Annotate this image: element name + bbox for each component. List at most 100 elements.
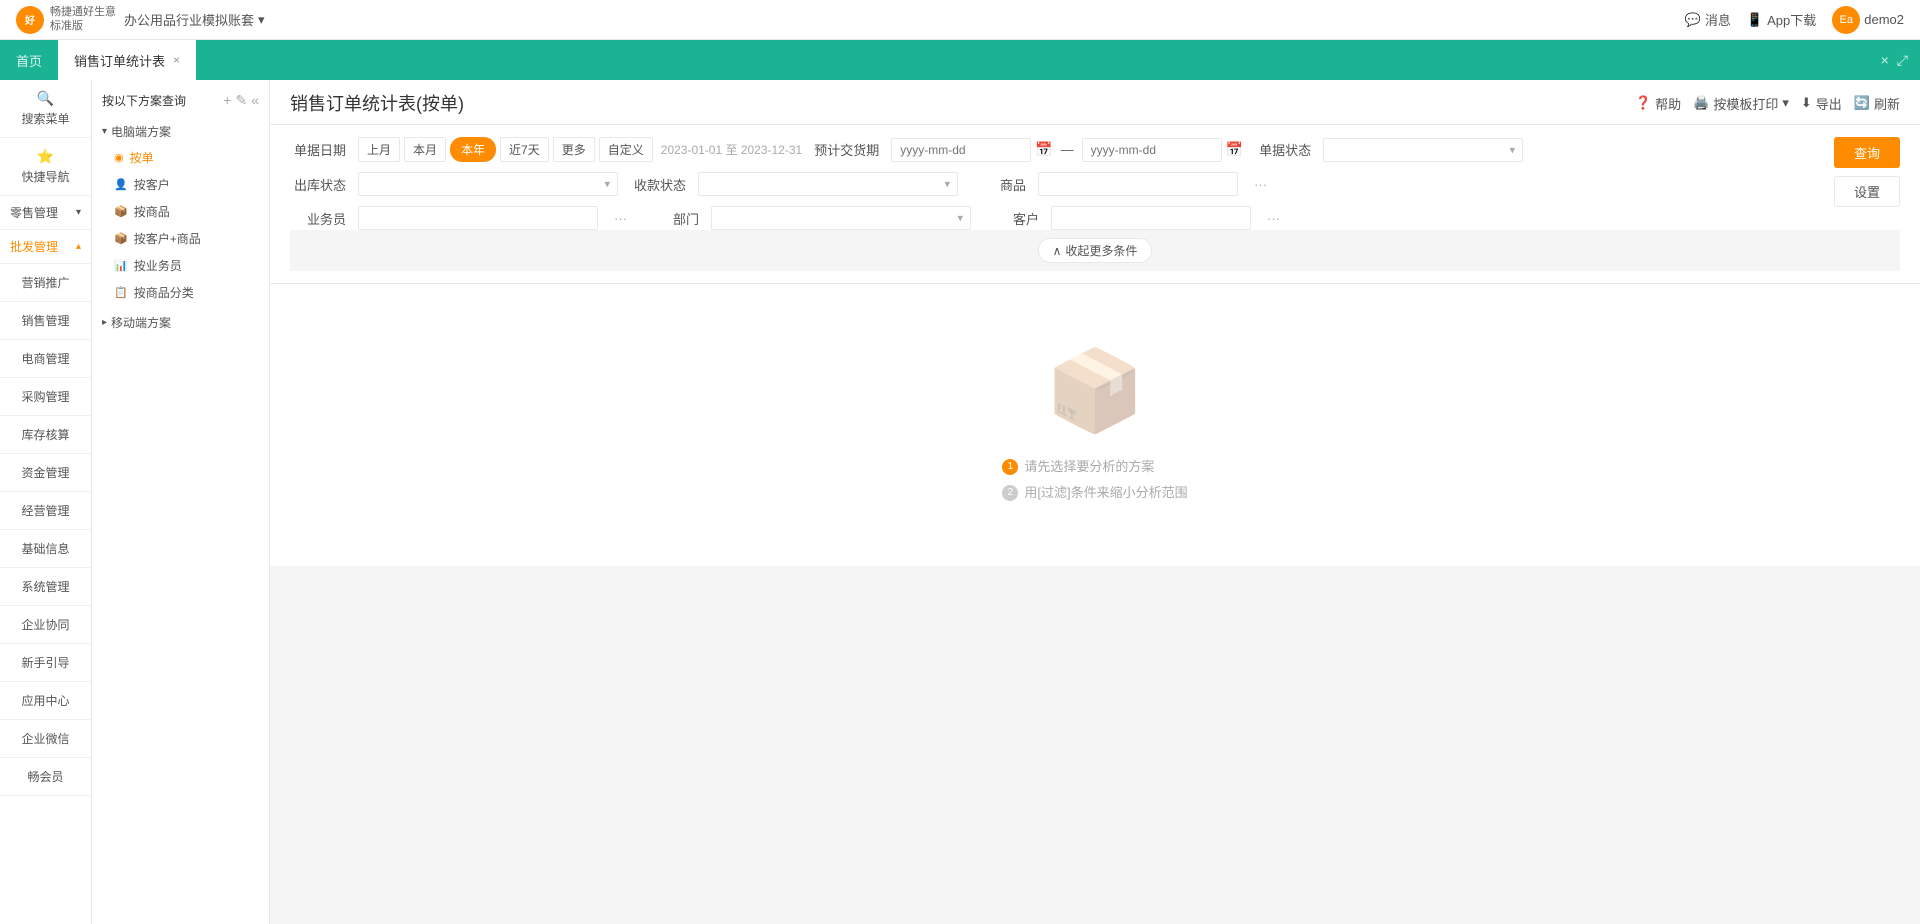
- sidebar-item-inventory[interactable]: 库存核算: [0, 416, 91, 454]
- scheme-group-desktop-header[interactable]: ▾ 电脑端方案: [92, 119, 269, 144]
- dept-label: 部门: [643, 209, 699, 228]
- app-selector[interactable]: 办公用品行业模拟账套 ▾: [124, 10, 265, 29]
- hint-item-1: 1 请先选择要分析的方案: [1002, 454, 1187, 480]
- expected-date-inputs: 📅 — 📅: [891, 138, 1243, 162]
- chevron-down-icon: ▾: [102, 126, 107, 137]
- scheme-group-mobile-header[interactable]: ▸ 移动端方案: [92, 310, 269, 335]
- edit-scheme-button[interactable]: ✎: [235, 92, 247, 109]
- scheme-item-by-customer-goods[interactable]: 📦 按客户+商品: [92, 225, 269, 252]
- customer-input[interactable]: [1051, 206, 1251, 230]
- scheme-panel: 按以下方案查询 + ✎ « ▾ 电脑端方案 ◉ 按单 👤 按客户: [92, 80, 270, 924]
- sidebar: 🔍 搜索菜单 ⭐ 快捷导航 零售管理 ▾ 批发管理 ▴ 营销推广 销售管理 电商…: [0, 80, 92, 924]
- message-button[interactable]: 💬 消息: [1685, 10, 1731, 29]
- salesperson-more-icon[interactable]: ···: [610, 211, 631, 226]
- scheme-item-by-customer[interactable]: 👤 按客户: [92, 171, 269, 198]
- dept-select-wrap: [711, 206, 971, 230]
- main-layout: 🔍 搜索菜单 ⭐ 快捷导航 零售管理 ▾ 批发管理 ▴ 营销推广 销售管理 电商…: [0, 80, 1920, 924]
- sidebar-item-enterprise-collab[interactable]: 企业协同: [0, 606, 91, 644]
- scheme-panel-header: 按以下方案查询 + ✎ «: [92, 88, 269, 117]
- ship-status-select-wrap: [358, 172, 618, 196]
- goods-input[interactable]: [1038, 172, 1238, 196]
- status-label: 单据状态: [1255, 140, 1311, 159]
- sidebar-item-retail[interactable]: 零售管理 ▾: [0, 196, 91, 230]
- sidebar-item-newbie[interactable]: 新手引导: [0, 644, 91, 682]
- collapse-scheme-button[interactable]: «: [251, 92, 259, 109]
- hint-num-2: 2: [1002, 485, 1018, 501]
- maximize-icon[interactable]: ⤢: [1897, 52, 1908, 69]
- export-button[interactable]: ⬇ 导出: [1801, 94, 1842, 113]
- sidebar-item-finance[interactable]: 资金管理: [0, 454, 91, 492]
- sidebar-item-ecommerce[interactable]: 电商管理: [0, 340, 91, 378]
- tab-sales-order-stats[interactable]: 销售订单统计表 ×: [58, 40, 196, 80]
- sidebar-item-sales[interactable]: 销售管理: [0, 302, 91, 340]
- filter-row-3: 业务员 ··· 部门 客户 ···: [290, 206, 1814, 230]
- query-button[interactable]: 查询: [1834, 137, 1900, 168]
- status-select[interactable]: [1323, 138, 1523, 162]
- sidebar-item-member[interactable]: 畅会员: [0, 758, 91, 796]
- export-icon: ⬇: [1801, 95, 1812, 111]
- tab-home[interactable]: 首页: [0, 40, 58, 80]
- payment-status-select[interactable]: [698, 172, 958, 196]
- dept-select[interactable]: [711, 206, 971, 230]
- sidebar-item-basic-info[interactable]: 基础信息: [0, 530, 91, 568]
- empty-state: 📦 1 请先选择要分析的方案 2 用[过滤]条件来缩小分析范围: [270, 284, 1920, 566]
- goods-icon: 📦: [114, 205, 128, 218]
- close-tab-icon[interactable]: ×: [173, 53, 180, 67]
- scheme-item-by-order[interactable]: ◉ 按单: [92, 144, 269, 171]
- scheme-item-by-goods[interactable]: 📦 按商品: [92, 198, 269, 225]
- salesperson-label: 业务员: [290, 209, 346, 228]
- this-year-btn[interactable]: 本年: [450, 137, 496, 162]
- nav-tabs: 首页 销售订单统计表 × × ⤢: [0, 40, 1920, 80]
- avatar: Ea: [1832, 6, 1860, 34]
- page-actions: ❓ 帮助 🖨️ 按模板打印 ▾ ⬇ 导出 🔄 刷新: [1635, 94, 1900, 113]
- logo-icon: 好: [16, 6, 44, 34]
- main-content: 销售订单统计表(按单) ❓ 帮助 🖨️ 按模板打印 ▾ ⬇ 导出: [270, 80, 1920, 924]
- scheme-actions: + ✎ «: [223, 92, 259, 109]
- sidebar-item-marketing[interactable]: 营销推广: [0, 264, 91, 302]
- chevron-up-icon: ▴: [76, 241, 81, 252]
- sidebar-item-wholesale[interactable]: 批发管理 ▴: [0, 230, 91, 264]
- page-title: 销售订单统计表(按单): [290, 90, 464, 116]
- refresh-button[interactable]: 🔄 刷新: [1854, 94, 1900, 113]
- custom-date-btn[interactable]: 自定义: [599, 137, 653, 162]
- status-select-wrap: [1323, 138, 1523, 162]
- tab-window-actions: × ⤢: [1881, 52, 1920, 69]
- calendar-start-icon[interactable]: 📅: [1035, 141, 1052, 158]
- hint-num-1: 1: [1002, 459, 1018, 475]
- top-bar-right: 💬 消息 📱 App下载 Ea demo2: [1685, 6, 1904, 34]
- empty-illustration: 📦: [1045, 344, 1145, 438]
- expected-date-start[interactable]: [891, 138, 1031, 162]
- help-icon: ❓: [1635, 95, 1651, 111]
- sidebar-item-operations[interactable]: 经营管理: [0, 492, 91, 530]
- sidebar-item-quicknav[interactable]: ⭐ 快捷导航: [0, 138, 91, 196]
- salesperson-input[interactable]: [358, 206, 598, 230]
- minimize-icon[interactable]: ×: [1881, 52, 1889, 68]
- expected-date-end[interactable]: [1082, 138, 1222, 162]
- payment-status-select-wrap: [698, 172, 958, 196]
- sidebar-item-search[interactable]: 🔍 搜索菜单: [0, 80, 91, 138]
- settings-button[interactable]: 设置: [1834, 176, 1900, 207]
- sidebar-item-system[interactable]: 系统管理: [0, 568, 91, 606]
- customer-more-icon[interactable]: ···: [1263, 211, 1284, 226]
- 7days-btn[interactable]: 近7天: [500, 137, 549, 162]
- goods-label: 商品: [970, 175, 1026, 194]
- user-menu[interactable]: Ea demo2: [1832, 6, 1904, 34]
- sidebar-item-purchase[interactable]: 采购管理: [0, 378, 91, 416]
- scheme-item-by-salesperson[interactable]: 📊 按业务员: [92, 252, 269, 279]
- sidebar-item-enterprise-wechat[interactable]: 企业微信: [0, 720, 91, 758]
- goods-customer-icon: 📦: [114, 232, 128, 245]
- prev-month-btn[interactable]: 上月: [358, 137, 400, 162]
- sidebar-item-app-center[interactable]: 应用中心: [0, 682, 91, 720]
- print-button[interactable]: 🖨️ 按模板打印 ▾: [1693, 94, 1789, 113]
- this-month-btn[interactable]: 本月: [404, 137, 446, 162]
- scheme-item-by-category[interactable]: 📋 按商品分类: [92, 279, 269, 306]
- ship-status-select[interactable]: [358, 172, 618, 196]
- goods-more-icon[interactable]: ···: [1250, 177, 1271, 192]
- calendar-end-icon[interactable]: 📅: [1226, 141, 1243, 158]
- collapse-button[interactable]: ∧ 收起更多条件: [1038, 238, 1153, 263]
- help-button[interactable]: ❓ 帮助: [1635, 94, 1681, 113]
- app-download-button[interactable]: 📱 App下载: [1747, 10, 1816, 29]
- add-scheme-button[interactable]: +: [223, 92, 231, 109]
- filter-row-2: 出库状态 收款状态: [290, 172, 1814, 196]
- more-date-btn[interactable]: 更多: [553, 137, 595, 162]
